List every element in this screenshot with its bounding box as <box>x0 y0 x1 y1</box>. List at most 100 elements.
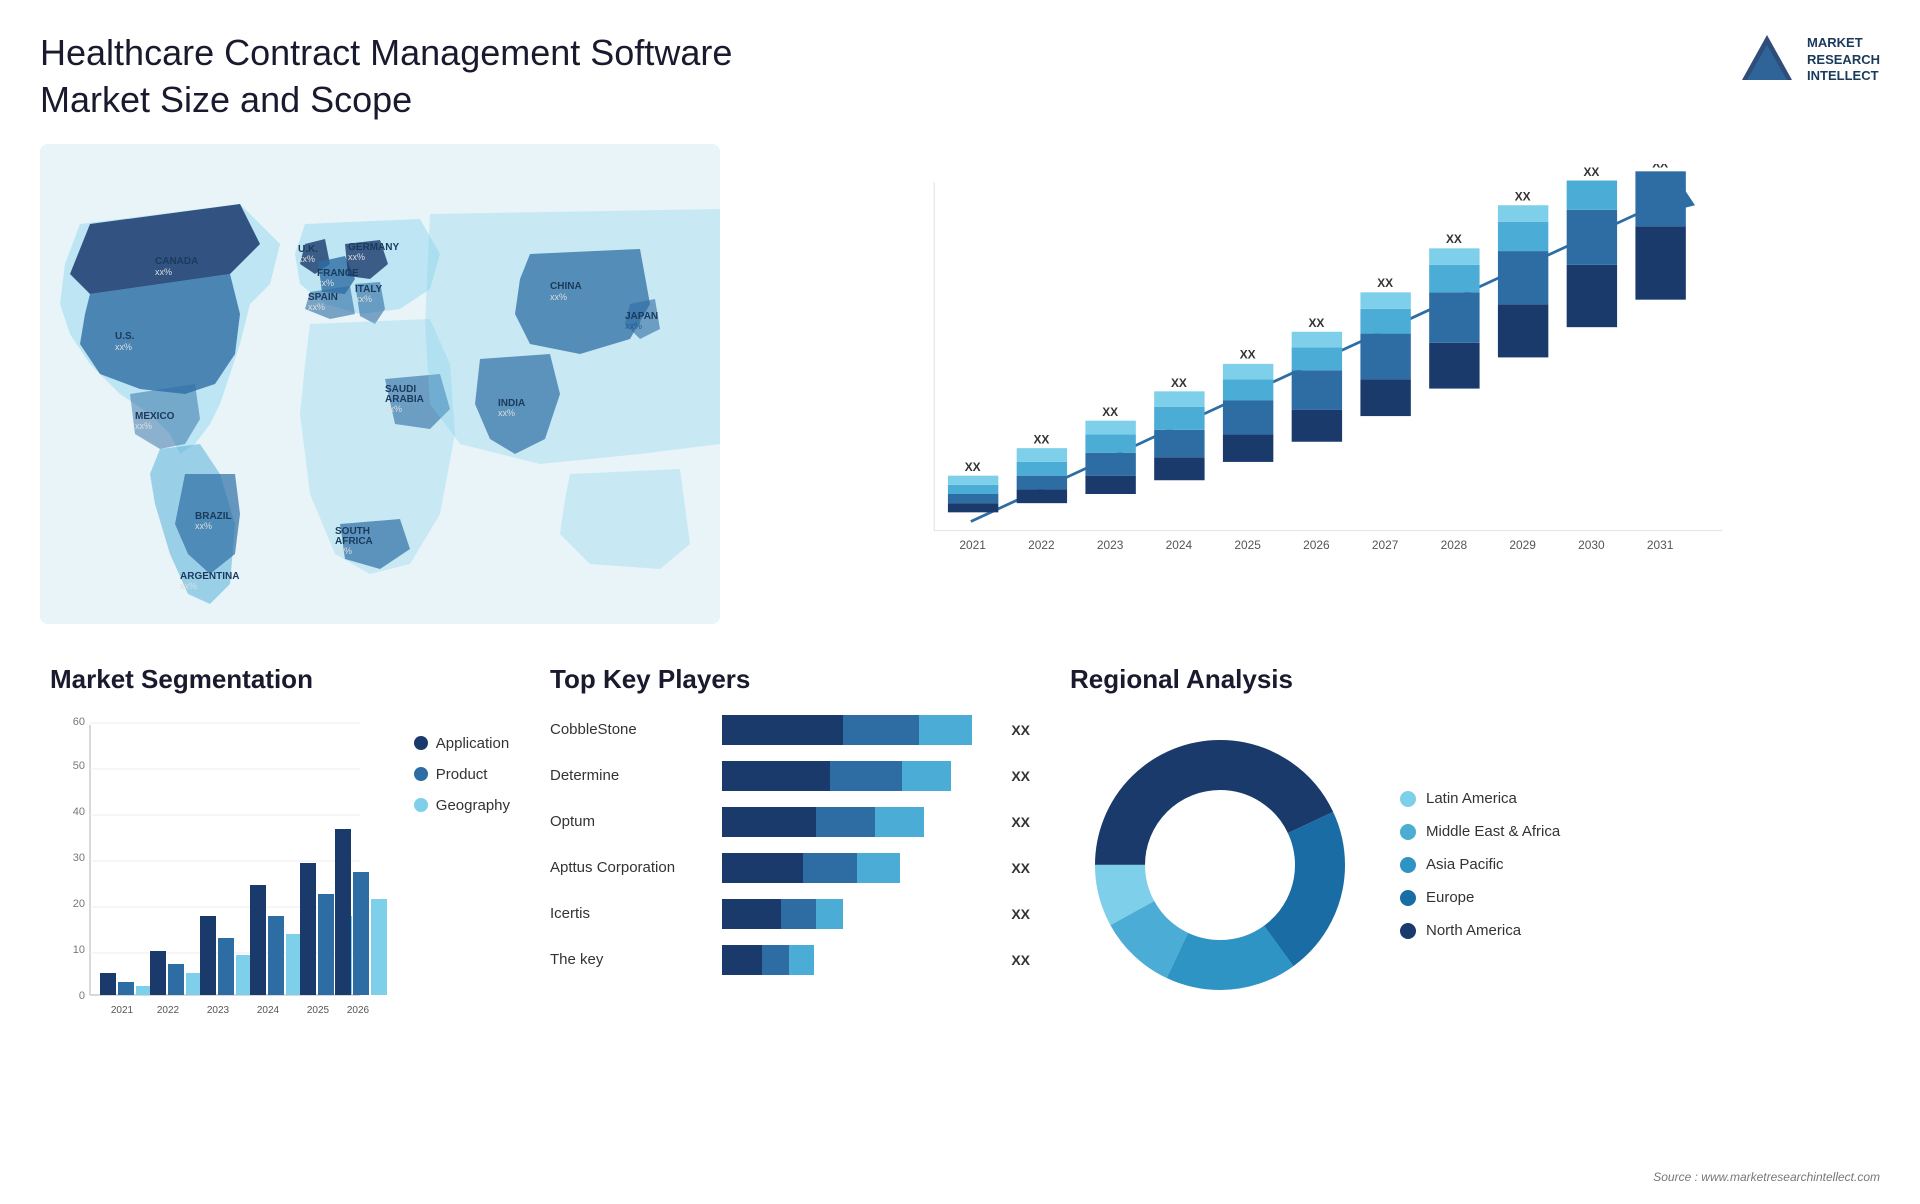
regional-legend-dot <box>1400 824 1416 840</box>
legend-dot-product <box>414 767 428 781</box>
svg-text:2022: 2022 <box>157 1005 180 1016</box>
bar-chart-svg: XX XX XX XX <box>760 164 1860 604</box>
player-row: The key XX <box>550 945 1030 975</box>
svg-text:2024: 2024 <box>257 1005 280 1016</box>
regional-legend-item: North America <box>1400 922 1560 939</box>
svg-text:50: 50 <box>73 760 85 772</box>
svg-text:0: 0 <box>79 990 85 1002</box>
player-name: Icertis <box>550 905 710 922</box>
svg-text:2028: 2028 <box>1441 538 1468 552</box>
donut-container: Latin America Middle East & Africa Asia … <box>1070 715 1870 1015</box>
svg-text:10: 10 <box>73 944 85 956</box>
svg-text:2026: 2026 <box>1303 538 1330 552</box>
regional-legend-label: Middle East & Africa <box>1426 823 1560 840</box>
regional-legend-item: Asia Pacific <box>1400 856 1560 873</box>
svg-text:CANADA: CANADA <box>155 256 198 267</box>
source-text: Source : www.marketresearchintellect.com <box>1653 1170 1880 1184</box>
legend-item-product: Product <box>414 766 510 783</box>
regional-container: Regional Analysis <box>1060 654 1880 1174</box>
player-name: Apttus Corporation <box>550 859 710 876</box>
svg-text:XX: XX <box>1446 231 1462 245</box>
svg-text:xx%: xx% <box>550 292 567 302</box>
svg-text:XX: XX <box>1033 432 1049 446</box>
regional-legend-dot <box>1400 890 1416 906</box>
regional-legend-label: Europe <box>1426 889 1474 906</box>
player-name: Determine <box>550 767 710 784</box>
player-value: XX <box>1011 906 1030 922</box>
player-bar <box>722 945 991 975</box>
regional-legend-item: Latin America <box>1400 790 1560 807</box>
player-bar <box>722 715 991 745</box>
svg-text:2021: 2021 <box>959 538 986 552</box>
svg-text:xx%: xx% <box>355 294 372 304</box>
svg-text:xx%: xx% <box>135 421 152 431</box>
regional-legend-label: Latin America <box>1426 790 1517 807</box>
regional-legend-label: North America <box>1426 922 1521 939</box>
svg-text:xx%: xx% <box>155 267 172 277</box>
regional-title: Regional Analysis <box>1070 664 1870 695</box>
svg-text:2030: 2030 <box>1578 538 1605 552</box>
player-value: XX <box>1011 952 1030 968</box>
page-container: Healthcare Contract Management Software … <box>0 0 1920 1204</box>
logo-container: MARKET RESEARCH INTELLECT <box>1737 30 1880 90</box>
legend-dot-geography <box>414 798 428 812</box>
player-name: Optum <box>550 813 710 830</box>
player-row: Apttus Corporation XX <box>550 853 1030 883</box>
player-value: XX <box>1011 860 1030 876</box>
svg-text:XX: XX <box>1102 405 1118 419</box>
svg-text:XX: XX <box>1308 316 1324 330</box>
regional-legend-dot <box>1400 857 1416 873</box>
players-title: Top Key Players <box>550 664 1030 695</box>
segmentation-container: Market Segmentation 0 10 20 30 40 5 <box>40 654 520 1174</box>
logo-icon <box>1737 30 1797 90</box>
svg-text:CHINA: CHINA <box>550 281 582 292</box>
seg-legend: Application Product Geography <box>414 715 510 814</box>
svg-text:40: 40 <box>73 806 85 818</box>
player-bar <box>722 807 991 837</box>
legend-dot-application <box>414 736 428 750</box>
player-row: CobbleStone XX <box>550 715 1030 745</box>
legend-item-geography: Geography <box>414 797 510 814</box>
svg-text:xx%: xx% <box>298 254 315 264</box>
svg-text:2024: 2024 <box>1166 538 1193 552</box>
segmentation-inner: 0 10 20 30 40 50 60 <box>50 715 510 1060</box>
segmentation-chart: 0 10 20 30 40 50 60 <box>50 715 370 1055</box>
bar-chart-container: XX XX XX XX <box>740 144 1880 624</box>
legend-label-geography: Geography <box>436 797 510 814</box>
svg-text:2023: 2023 <box>1097 538 1124 552</box>
legend-item-application: Application <box>414 735 510 752</box>
svg-text:20: 20 <box>73 898 85 910</box>
svg-text:30: 30 <box>73 852 85 864</box>
svg-text:2023: 2023 <box>207 1005 230 1016</box>
svg-text:xx%: xx% <box>308 302 325 312</box>
map-container: CANADA xx% U.S. xx% MEXICO xx% BRAZIL xx… <box>40 144 720 624</box>
svg-text:xx%: xx% <box>385 404 402 414</box>
players-container: Top Key Players CobbleStone XX Determine <box>540 654 1040 1174</box>
player-value: XX <box>1011 814 1030 830</box>
svg-text:xx%: xx% <box>625 321 642 331</box>
svg-text:U.S.: U.S. <box>115 331 135 342</box>
players-list: CobbleStone XX Determine <box>550 715 1030 975</box>
player-name: CobbleStone <box>550 721 710 738</box>
bottom-section: Market Segmentation 0 10 20 30 40 5 <box>40 654 1880 1174</box>
svg-text:xx%: xx% <box>348 252 365 262</box>
player-name: The key <box>550 951 710 968</box>
world-map: CANADA xx% U.S. xx% MEXICO xx% BRAZIL xx… <box>40 144 720 624</box>
svg-text:xx%: xx% <box>317 278 334 288</box>
svg-text:xx%: xx% <box>335 546 352 556</box>
legend-label-application: Application <box>436 735 509 752</box>
regional-legend-label: Asia Pacific <box>1426 856 1504 873</box>
svg-text:2025: 2025 <box>1234 538 1261 552</box>
svg-text:XX: XX <box>965 460 981 474</box>
player-bar <box>722 853 991 883</box>
player-bar <box>722 761 991 791</box>
svg-text:XX: XX <box>1377 275 1393 289</box>
player-row: Determine XX <box>550 761 1030 791</box>
page-title: Healthcare Contract Management Software … <box>40 30 740 124</box>
segmentation-title: Market Segmentation <box>50 664 510 695</box>
player-row: Optum XX <box>550 807 1030 837</box>
player-value: XX <box>1011 768 1030 784</box>
svg-text:XX: XX <box>1515 189 1531 203</box>
donut-chart <box>1070 715 1370 1015</box>
regional-legend-dot <box>1400 791 1416 807</box>
